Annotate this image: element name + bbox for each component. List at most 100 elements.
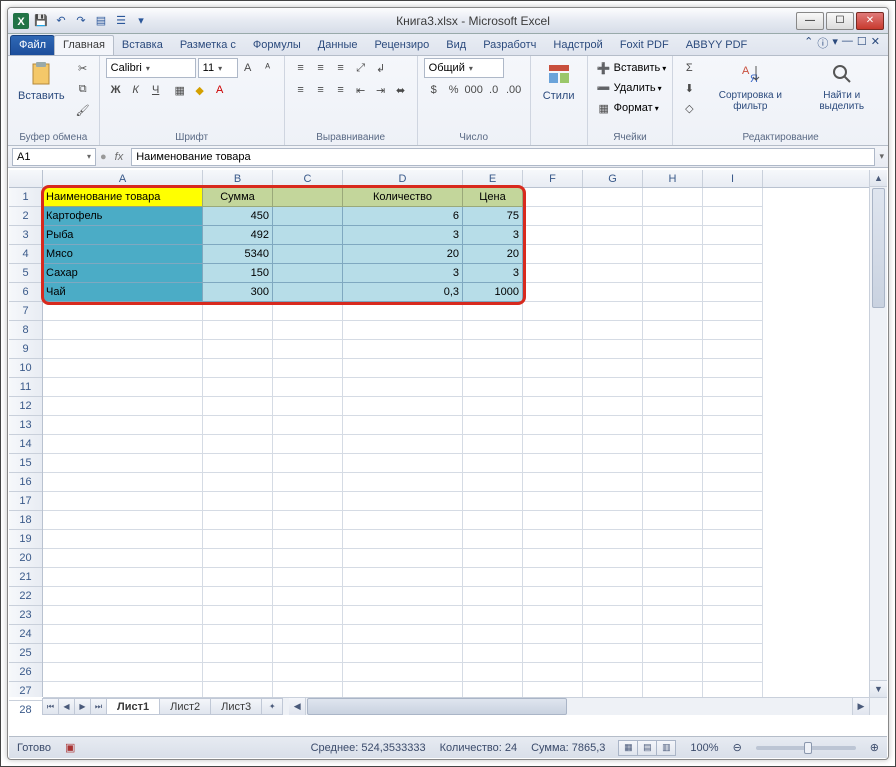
name-box[interactable]: A1▾ [12,148,96,166]
cell-D1[interactable]: Количество [343,188,463,207]
cell-F12[interactable] [523,397,583,416]
help-icon[interactable]: ⓘ [817,35,828,51]
cell-G21[interactable] [583,568,643,587]
row-headers[interactable]: 1234567891011121314151617181920212223242… [9,188,43,697]
cell-D3[interactable]: 3 [343,226,463,245]
cell-A22[interactable] [43,587,203,606]
cell-B4[interactable]: 5340 [203,245,273,264]
view-normal-icon[interactable]: ▦ [618,740,638,756]
cell-D21[interactable] [343,568,463,587]
cell-C8[interactable] [273,321,343,340]
col-header-I[interactable]: I [703,170,763,187]
cell-E17[interactable] [463,492,523,511]
cell-B1[interactable]: Сумма [203,188,273,207]
row-header-9[interactable]: 9 [9,340,42,359]
increase-decimal-icon[interactable]: .0 [484,80,504,100]
cells-format-button[interactable]: ▦Формат▾ [594,98,659,118]
cell-C19[interactable] [273,530,343,549]
cell-A12[interactable] [43,397,203,416]
decrease-indent-icon[interactable]: ⇤ [351,80,371,100]
cell-A3[interactable]: Рыба [43,226,203,245]
cell-F1[interactable] [523,188,583,207]
cell-A7[interactable] [43,302,203,321]
bold-button[interactable]: Ж [106,80,126,100]
cell-H22[interactable] [643,587,703,606]
cell-F26[interactable] [523,663,583,682]
cell-A2[interactable]: Картофель [43,207,203,226]
cell-H8[interactable] [643,321,703,340]
cell-A5[interactable]: Сахар [43,264,203,283]
cell-C3[interactable] [273,226,343,245]
cell-H6[interactable] [643,283,703,302]
row-header-3[interactable]: 3 [9,226,42,245]
cell-G6[interactable] [583,283,643,302]
styles-button[interactable]: Стили [537,58,581,104]
cell-C6[interactable] [273,283,343,302]
cell-I17[interactable] [703,492,763,511]
cell-B19[interactable] [203,530,273,549]
sheet-nav-next-icon[interactable]: ▶ [74,698,91,715]
cell-G25[interactable] [583,644,643,663]
cell-I14[interactable] [703,435,763,454]
increase-indent-icon[interactable]: ⇥ [371,80,391,100]
cell-F19[interactable] [523,530,583,549]
cell-F6[interactable] [523,283,583,302]
row-header-16[interactable]: 16 [9,473,42,492]
row-header-4[interactable]: 4 [9,245,42,264]
format-painter-icon[interactable]: 🖌 [73,100,93,120]
cell-D6[interactable]: 0,3 [343,283,463,302]
currency-icon[interactable]: $ [424,80,444,100]
cell-I4[interactable] [703,245,763,264]
align-left-icon[interactable]: ≡ [291,80,311,100]
tab-10[interactable]: ABBYY PDF [677,35,757,55]
cell-B24[interactable] [203,625,273,644]
cell-F13[interactable] [523,416,583,435]
fill-color-icon[interactable]: ◆ [190,80,210,100]
cell-G14[interactable] [583,435,643,454]
cell-D15[interactable] [343,454,463,473]
cell-F10[interactable] [523,359,583,378]
cell-A10[interactable] [43,359,203,378]
merge-icon[interactable]: ⬌ [391,80,411,100]
cell-G22[interactable] [583,587,643,606]
cell-I20[interactable] [703,549,763,568]
cell-E1[interactable]: Цена [463,188,523,207]
cell-F14[interactable] [523,435,583,454]
cell-A25[interactable] [43,644,203,663]
cell-B15[interactable] [203,454,273,473]
fx-icon[interactable]: fx [111,151,128,163]
ribbon-minimize-icon[interactable]: ⌃ [804,35,813,51]
cell-E7[interactable] [463,302,523,321]
cell-G13[interactable] [583,416,643,435]
cell-E25[interactable] [463,644,523,663]
formula-bar[interactable]: Наименование товара [131,148,875,166]
cell-B10[interactable] [203,359,273,378]
align-right-icon[interactable]: ≡ [331,80,351,100]
cell-G23[interactable] [583,606,643,625]
cell-F25[interactable] [523,644,583,663]
cell-E8[interactable] [463,321,523,340]
row-header-13[interactable]: 13 [9,416,42,435]
row-header-22[interactable]: 22 [9,587,42,606]
cell-F23[interactable] [523,606,583,625]
tab-6[interactable]: Вид [437,35,475,55]
sheet-tab-0[interactable]: Лист1 [106,698,160,715]
cell-B12[interactable] [203,397,273,416]
cell-C18[interactable] [273,511,343,530]
cell-E9[interactable] [463,340,523,359]
tab-0[interactable]: Главная [54,35,114,55]
cell-F21[interactable] [523,568,583,587]
cell-C23[interactable] [273,606,343,625]
cell-H3[interactable] [643,226,703,245]
cell-G1[interactable] [583,188,643,207]
cell-D16[interactable] [343,473,463,492]
cell-I5[interactable] [703,264,763,283]
cell-E24[interactable] [463,625,523,644]
cell-I12[interactable] [703,397,763,416]
cell-H26[interactable] [643,663,703,682]
cell-I23[interactable] [703,606,763,625]
col-header-D[interactable]: D [343,170,463,187]
cell-C7[interactable] [273,302,343,321]
cell-A13[interactable] [43,416,203,435]
cell-C24[interactable] [273,625,343,644]
